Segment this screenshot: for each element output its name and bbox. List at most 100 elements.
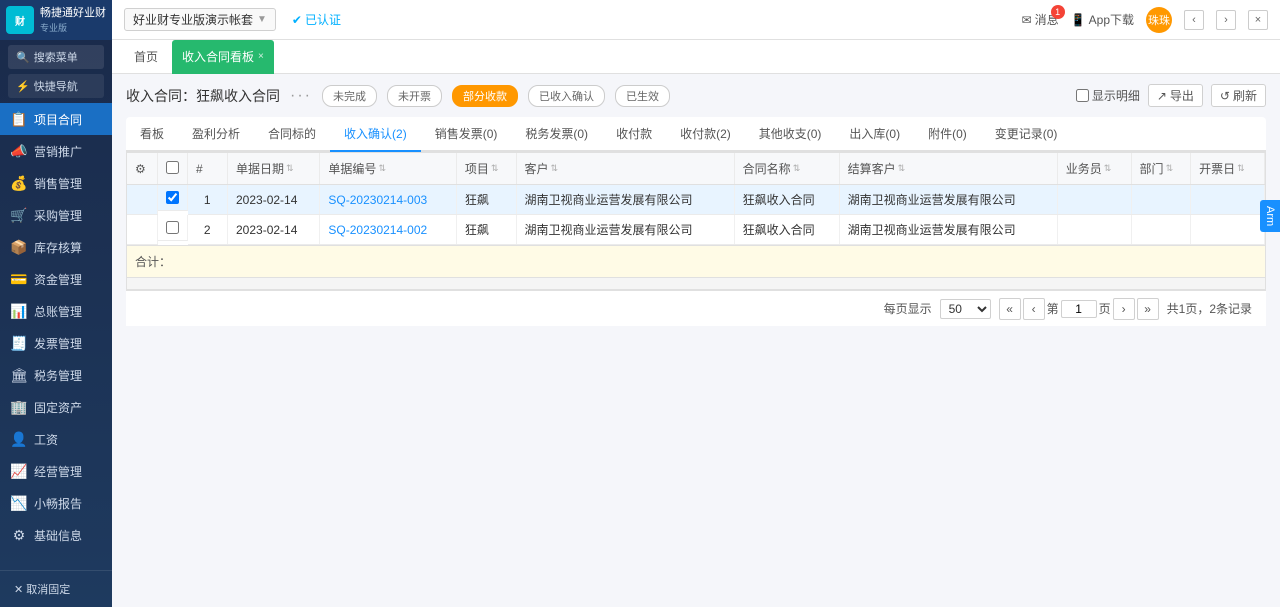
row2-result-customer: 湖南卫视商业运营发展有限公司 xyxy=(839,215,1057,245)
sidebar-item-label: 采购管理 xyxy=(34,207,82,224)
tab-tax-invoice[interactable]: 税务发票(0) xyxy=(511,117,602,152)
th-customer-label: 客户 xyxy=(525,160,549,177)
last-page-button[interactable]: » xyxy=(1137,298,1159,320)
nav-back-button[interactable]: ‹ xyxy=(1184,10,1204,30)
invoice-mgmt-icon: 🧾 xyxy=(10,334,28,352)
th-contract-name: 合同名称⇅ xyxy=(734,153,839,185)
status-partial-button[interactable]: 部分收款 xyxy=(452,85,518,107)
sidebar-item-sales[interactable]: 💰 销售管理 xyxy=(0,167,112,199)
accounting-icon: 📊 xyxy=(10,302,28,320)
settings-icon[interactable]: ⚙ xyxy=(135,162,146,176)
sidebar-item-accounting[interactable]: 📊 总账管理 xyxy=(0,295,112,327)
quick-nav-button[interactable]: ⚡ 快捷导航 xyxy=(8,74,104,98)
tab-contract-standard[interactable]: 合同标的 xyxy=(254,117,330,152)
tab-sales-invoice[interactable]: 销售发票(0) xyxy=(421,117,512,152)
next-page-button[interactable]: › xyxy=(1113,298,1135,320)
th-invoice-date-label: 开票日 xyxy=(1199,160,1235,177)
sort-result-icon[interactable]: ⇅ xyxy=(898,163,906,174)
sort-date-icon[interactable]: ⇅ xyxy=(286,163,294,174)
show-detail-checkbox[interactable]: 显示明细 xyxy=(1076,87,1140,104)
show-detail-input[interactable] xyxy=(1076,89,1089,102)
sort-contract-icon[interactable]: ⇅ xyxy=(793,163,801,174)
company-selector[interactable]: 好业财专业版演示帐套 ▼ xyxy=(124,8,276,31)
page-size-select[interactable]: 20 50 100 xyxy=(940,299,991,319)
row1-check-input[interactable] xyxy=(166,191,179,204)
sidebar-item-operations[interactable]: 📈 经营管理 xyxy=(0,455,112,487)
sidebar-item-tax[interactable]: 🏛 税务管理 xyxy=(0,359,112,391)
close-window-button[interactable]: × xyxy=(1248,10,1268,30)
tab-warehouse[interactable]: 出入库(0) xyxy=(835,117,914,152)
row1-project: 狂飙 xyxy=(456,185,516,215)
contract-name: 狂飙收入合同 xyxy=(196,88,280,104)
sales-icon: 💰 xyxy=(10,174,28,192)
sidebar-item-fixed-assets[interactable]: 🏢 固定资产 xyxy=(0,391,112,423)
row2-date: 2023-02-14 xyxy=(228,215,320,245)
first-page-button[interactable]: « xyxy=(999,298,1021,320)
status-incomplete-button[interactable]: 未完成 xyxy=(322,85,377,107)
sidebar-item-reports[interactable]: 📉 小畅报告 xyxy=(0,487,112,519)
row1-num: 1 xyxy=(188,185,228,215)
app-name: 畅捷通好业财 xyxy=(40,6,106,20)
status-uninvoiced-button[interactable]: 未开票 xyxy=(387,85,442,107)
more-options-button[interactable]: ··· xyxy=(290,87,312,105)
horizontal-scrollbar[interactable] xyxy=(127,277,1265,289)
th-date: 单据日期⇅ xyxy=(228,153,320,185)
select-all-checkbox[interactable] xyxy=(166,161,179,174)
float-action-button[interactable]: Arm xyxy=(1260,200,1280,232)
contract-kanban-tab[interactable]: 收入合同看板 × xyxy=(172,40,274,74)
home-tab[interactable]: 首页 xyxy=(124,40,168,74)
prev-page-button[interactable]: ‹ xyxy=(1023,298,1045,320)
export-label: 导出 xyxy=(1170,87,1194,104)
company-name: 好业财专业版演示帐套 xyxy=(133,11,253,28)
unpin-button[interactable]: ✕ 取消固定 xyxy=(8,577,104,601)
row1-number-link[interactable]: SQ-20230214-003 xyxy=(328,193,427,207)
sidebar-item-project-contract[interactable]: 📋 项目合同 xyxy=(0,103,112,135)
sidebar-item-label: 项目合同 xyxy=(34,111,82,128)
sidebar-item-hr[interactable]: 👤 工资 xyxy=(0,423,112,455)
sidebar-item-marketing[interactable]: 📣 营销推广 xyxy=(0,135,112,167)
user-profile[interactable]: 珠珠 xyxy=(1146,7,1172,33)
tab-profit[interactable]: 盈利分析 xyxy=(178,117,254,152)
sidebar-item-purchase[interactable]: 🛒 采购管理 xyxy=(0,199,112,231)
tab-other-income[interactable]: 其他收支(0) xyxy=(745,117,836,152)
message-button[interactable]: ✉ 消息 1 xyxy=(1022,11,1059,28)
search-menu-button[interactable]: 🔍 搜索菜单 xyxy=(8,45,104,69)
sidebar-item-label: 总账管理 xyxy=(34,303,82,320)
app-download-button[interactable]: 📱 App下载 xyxy=(1071,11,1134,28)
project-contract-icon: 📋 xyxy=(10,110,28,128)
th-checkbox xyxy=(157,153,188,185)
sidebar-item-basic-info[interactable]: ⚙ 基础信息 xyxy=(0,519,112,551)
subtabs: 看板 盈利分析 合同标的 收入确认(2) 销售发票(0) 税务发票(0) 收付款… xyxy=(126,117,1266,152)
sort-number-icon[interactable]: ⇅ xyxy=(378,163,386,174)
status-confirmed-button[interactable]: 已收入确认 xyxy=(528,85,605,107)
tab-kanban[interactable]: 看板 xyxy=(126,117,178,152)
topbar: 好业财专业版演示帐套 ▼ ✔ 已认证 ✉ 消息 1 📱 App下载 珠珠 ‹ ›… xyxy=(112,0,1280,40)
fixed-assets-icon: 🏢 xyxy=(10,398,28,416)
row2-number-link[interactable]: SQ-20230214-002 xyxy=(328,223,427,237)
sort-project-icon[interactable]: ⇅ xyxy=(491,163,499,174)
nav-forward-button[interactable]: › xyxy=(1216,10,1236,30)
sort-invoice-icon[interactable]: ⇅ xyxy=(1237,163,1245,174)
sort-dept-icon[interactable]: ⇅ xyxy=(1166,163,1174,174)
sidebar-item-invoice-mgmt[interactable]: 🧾 发票管理 xyxy=(0,327,112,359)
tab-income-confirm[interactable]: 收入确认(2) xyxy=(330,117,421,152)
sort-customer-icon[interactable]: ⇅ xyxy=(551,163,559,174)
tab-purchase[interactable]: 收付款 xyxy=(602,117,666,152)
row2-check-input[interactable] xyxy=(166,221,179,234)
export-button[interactable]: ↗ 导出 xyxy=(1148,84,1203,107)
tab-payment[interactable]: 收付款(2) xyxy=(666,117,745,152)
status-effective-button[interactable]: 已生效 xyxy=(615,85,670,107)
page-size-label: 每页显示 xyxy=(884,300,932,317)
refresh-button[interactable]: ↺ 刷新 xyxy=(1211,84,1266,107)
tab-change-log[interactable]: 变更记录(0) xyxy=(981,117,1072,152)
sidebar-item-inventory[interactable]: 📦 库存核算 xyxy=(0,231,112,263)
sidebar-item-label: 固定资产 xyxy=(34,399,82,416)
tab-close-icon[interactable]: × xyxy=(258,51,264,62)
sort-sales-icon[interactable]: ⇅ xyxy=(1104,163,1112,174)
tab-attachments[interactable]: 附件(0) xyxy=(914,117,981,152)
page-number-input[interactable] xyxy=(1061,300,1097,318)
sidebar-item-label: 资金管理 xyxy=(34,271,82,288)
row1-contract-name: 狂飙收入合同 xyxy=(734,185,839,215)
th-contract-name-label: 合同名称 xyxy=(743,160,791,177)
sidebar-item-funds[interactable]: 💳 资金管理 xyxy=(0,263,112,295)
